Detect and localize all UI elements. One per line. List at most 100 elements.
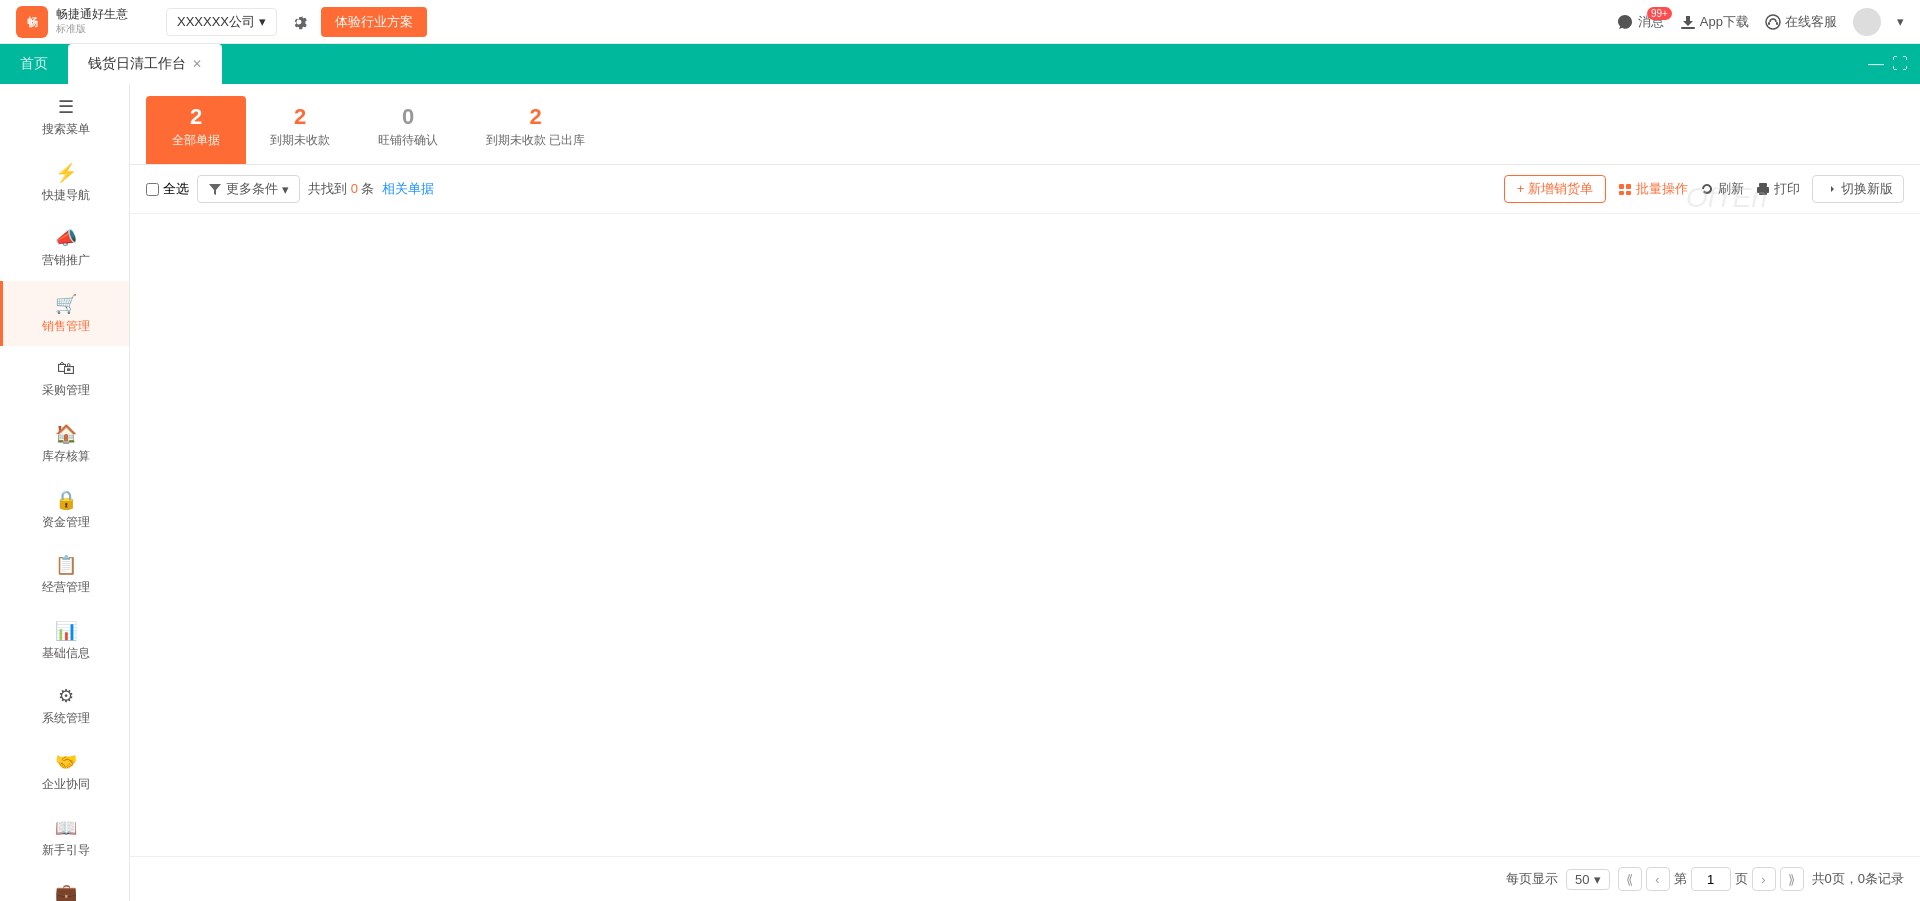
stat-tab-overdue[interactable]: 2 到期未收款: [246, 96, 354, 164]
tab-home[interactable]: 首页: [0, 44, 68, 84]
stat-all-count: 2: [190, 104, 202, 130]
sidebar-item-system[interactable]: ⚙ 系统管理: [0, 673, 129, 739]
page-size-label: 每页显示: [1506, 870, 1558, 888]
page-prefix-label: 第: [1674, 870, 1687, 888]
sidebar-item-marketing[interactable]: 📣 营销推广: [0, 215, 129, 281]
page-size-select[interactable]: 50 ▾: [1566, 869, 1609, 890]
operations-icon: 📋: [55, 554, 77, 576]
marketing-icon: 📣: [55, 227, 77, 249]
sidebar-item-sales[interactable]: 🛒 销售管理: [0, 281, 129, 347]
filter-btn-label: 更多条件: [226, 180, 278, 198]
related-records-link[interactable]: 相关单据: [382, 180, 434, 198]
sidebar-item-enterprise-collab[interactable]: 🤝 企业协同: [0, 739, 129, 805]
sidebar-item-quick-nav[interactable]: ⚡ 快捷导航: [0, 150, 129, 216]
count-text: 共找到 0 条: [308, 180, 374, 198]
sidebar-item-guide[interactable]: 📖 新手引导: [0, 805, 129, 871]
header-right: 消息 99+ App下载 在线客服 ▾: [1616, 8, 1904, 36]
sidebar-basic-info-label: 基础信息: [42, 646, 90, 662]
chevron-down-filter-icon: ▾: [282, 182, 289, 197]
sidebar-operations-label: 经营管理: [42, 580, 90, 596]
print-button[interactable]: 打印: [1756, 180, 1800, 198]
svg-rect-2: [1681, 27, 1695, 29]
stat-tab-pending[interactable]: 0 旺铺待确认: [354, 96, 462, 164]
guide-icon: 📖: [55, 817, 77, 839]
select-all-input[interactable]: [146, 183, 159, 196]
refresh-button[interactable]: 刷新: [1700, 180, 1744, 198]
svg-point-3: [1766, 15, 1780, 29]
app-download-button[interactable]: App下载: [1680, 13, 1749, 31]
tab-work-station[interactable]: 钱货日清工作台 ✕: [68, 44, 222, 84]
minimize-icon[interactable]: —: [1868, 55, 1884, 73]
maximize-icon[interactable]: ⛶: [1892, 55, 1908, 73]
sidebar-item-purchase[interactable]: 🛍 采购管理: [0, 346, 129, 411]
app-title: 畅捷通好生意: [56, 7, 128, 23]
tab-close-icon[interactable]: ✕: [192, 57, 202, 71]
settings-button[interactable]: [285, 8, 313, 36]
last-page-button[interactable]: ⟫: [1780, 867, 1804, 891]
stat-tab-shipped[interactable]: 2 到期未收款 已出库: [462, 96, 609, 164]
svg-rect-10: [1759, 183, 1767, 187]
sidebar-item-search[interactable]: ☰ 搜索菜单: [0, 84, 129, 150]
tab-work-station-label: 钱货日清工作台: [88, 55, 186, 73]
stat-tab-all[interactable]: 2 全部单据: [146, 96, 246, 164]
company-name: XXXXXX公司: [177, 13, 255, 31]
sidebar-sales-label: 销售管理: [42, 319, 90, 335]
stat-pending-count: 0: [402, 104, 414, 130]
main-layout: ☰ 搜索菜单 ⚡ 快捷导航 📣 营销推广 🛒 销售管理 🛍 采购管理 🏠 库存核…: [0, 84, 1920, 901]
chevron-down-icon: ▾: [259, 14, 266, 29]
batch-operation-button[interactable]: 批量操作: [1618, 180, 1688, 198]
system-icon: ⚙: [58, 685, 74, 707]
messages-button[interactable]: 消息 99+: [1616, 13, 1664, 31]
sidebar-item-inventory[interactable]: 🏠 库存核算: [0, 411, 129, 477]
print-label: 打印: [1774, 180, 1800, 198]
messages-badge: 99+: [1647, 7, 1672, 20]
trial-button[interactable]: 体验行业方案: [321, 7, 427, 37]
page-size-value: 50: [1575, 872, 1589, 887]
user-name-btn[interactable]: ▾: [1897, 14, 1904, 29]
header-center: XXXXXX公司 ▾ 体验行业方案: [146, 7, 1616, 37]
switch-version-button[interactable]: 切换新版: [1812, 175, 1904, 203]
toolbar-left: 全选 更多条件 ▾ 共找到 0 条 相关单据: [146, 175, 1496, 203]
tab-bar: 首页 钱货日清工作台 ✕ — ⛶: [0, 44, 1920, 84]
chevron-down-page-icon: ▾: [1594, 872, 1601, 887]
sidebar-system-label: 系统管理: [42, 711, 90, 727]
stats-bar: 2 全部单据 2 到期未收款 0 旺铺待确认 2 到期未收款 已出库: [130, 84, 1920, 165]
svg-rect-5: [1776, 22, 1778, 25]
stat-overdue-count: 2: [294, 104, 306, 130]
sidebar-purchase-label: 采购管理: [42, 383, 90, 399]
avatar[interactable]: [1853, 8, 1881, 36]
page-nav: ⟪ ‹ 第 页 › ⟫: [1618, 867, 1804, 891]
sidebar-item-app-center[interactable]: 💼 应用中心: [0, 870, 129, 901]
app-download-label: App下载: [1700, 13, 1749, 31]
total-records-label: 共0页，0条记录: [1812, 870, 1904, 888]
batch-operation-label: 批量操作: [1636, 180, 1688, 198]
next-page-button[interactable]: ›: [1752, 867, 1776, 891]
sidebar-item-basic-info[interactable]: 📊 基础信息: [0, 608, 129, 674]
page-suffix-label: 页: [1735, 870, 1748, 888]
filter-button[interactable]: 更多条件 ▾: [197, 175, 300, 203]
sidebar-item-operations[interactable]: 📋 经营管理: [0, 542, 129, 608]
svg-rect-9: [1626, 191, 1631, 195]
sidebar-search-label: 搜索菜单: [42, 122, 90, 138]
finance-icon: 🔒: [55, 489, 77, 511]
first-page-button[interactable]: ⟪: [1618, 867, 1642, 891]
stat-shipped-label: 到期未收款 已出库: [486, 132, 585, 149]
prev-page-button[interactable]: ‹: [1646, 867, 1670, 891]
page-input[interactable]: [1691, 867, 1731, 891]
company-selector[interactable]: XXXXXX公司 ▾: [166, 8, 277, 36]
switch-version-label: 切换新版: [1841, 180, 1893, 198]
pagination-bar: 每页显示 50 ▾ ⟪ ‹ 第 页 › ⟫ 共0页，0条记录: [130, 856, 1920, 901]
sidebar-item-finance[interactable]: 🔒 资金管理: [0, 477, 129, 543]
quick-nav-icon: ⚡: [55, 162, 77, 184]
sidebar-marketing-label: 营销推广: [42, 253, 90, 269]
select-all-checkbox[interactable]: 全选: [146, 180, 189, 198]
svg-rect-8: [1619, 191, 1624, 195]
sidebar-finance-label: 资金管理: [42, 515, 90, 531]
sidebar-enterprise-collab-label: 企业协同: [42, 777, 90, 793]
new-order-button[interactable]: + 新增销货单: [1504, 175, 1606, 203]
table-area: [130, 214, 1920, 856]
online-service-button[interactable]: 在线客服: [1765, 13, 1837, 31]
stat-overdue-label: 到期未收款: [270, 132, 330, 149]
sales-icon: 🛒: [55, 293, 77, 315]
tab-bar-actions: — ⛶: [1868, 55, 1920, 73]
